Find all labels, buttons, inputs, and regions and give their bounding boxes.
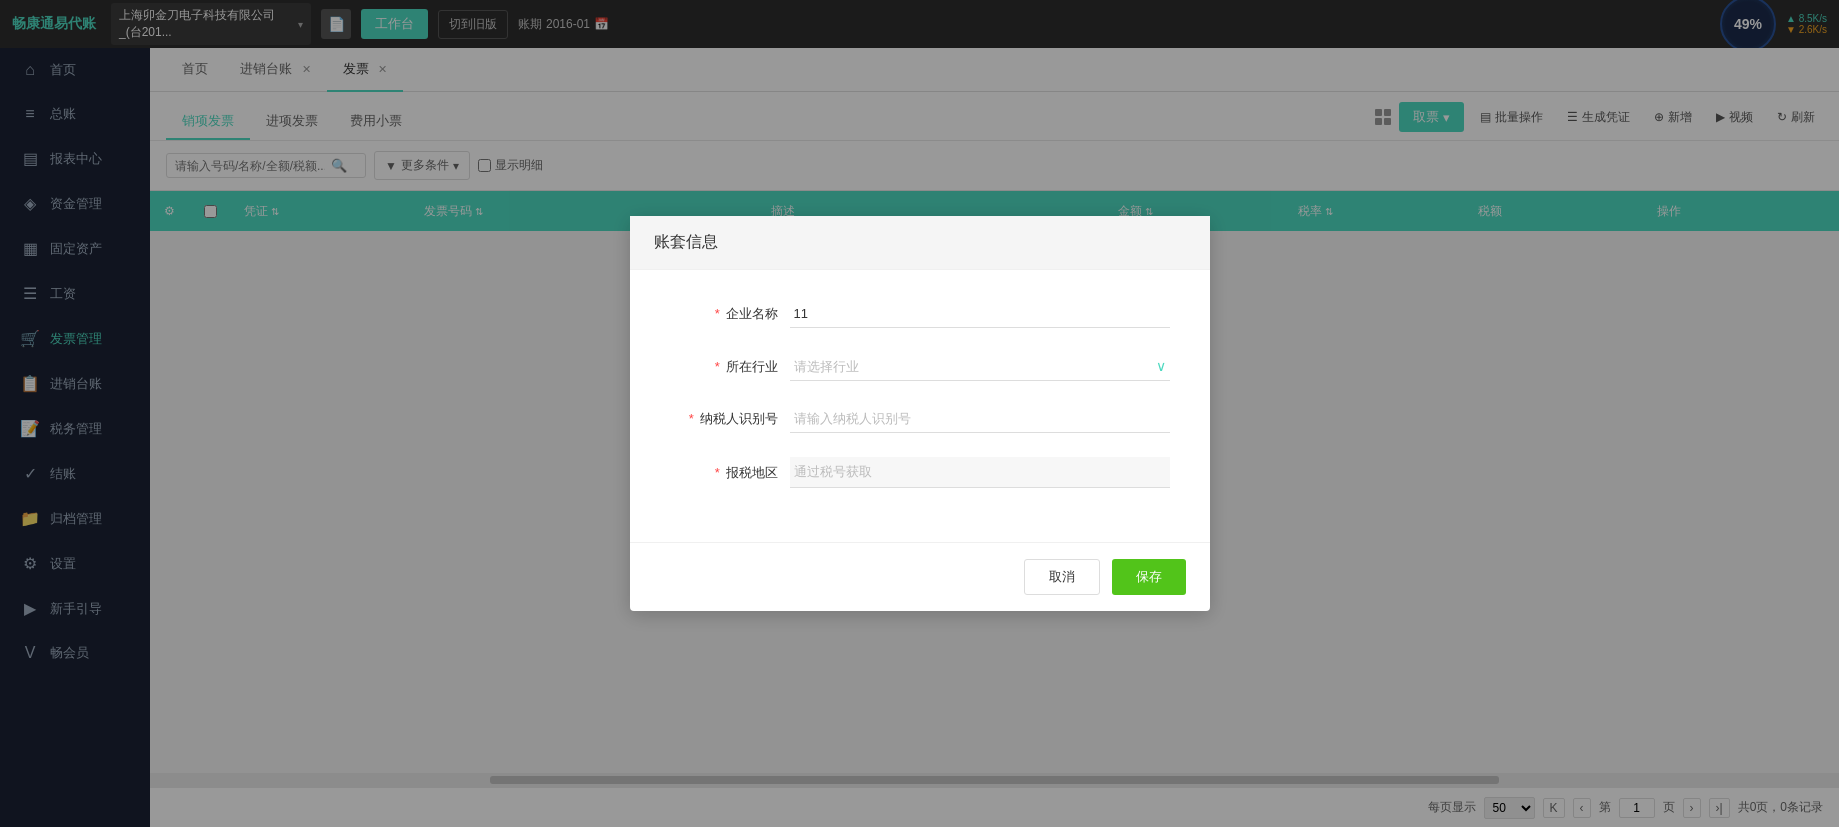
modal-overlay: 账套信息 * 企业名称 * 所在行业 请选择行业 — [0, 0, 1839, 827]
industry-select[interactable]: 请选择行业 — [794, 359, 1156, 374]
account-info-modal: 账套信息 * 企业名称 * 所在行业 请选择行业 — [630, 216, 1210, 611]
company-name-row: * 企业名称 — [670, 300, 1170, 328]
cancel-button[interactable]: 取消 — [1024, 559, 1100, 595]
tax-id-label: * 纳税人识别号 — [670, 410, 790, 428]
modal-title: 账套信息 — [630, 216, 1210, 270]
tax-region-label: * 报税地区 — [670, 464, 790, 482]
industry-label: * 所在行业 — [670, 358, 790, 376]
tax-id-input[interactable] — [790, 405, 1170, 433]
save-button[interactable]: 保存 — [1112, 559, 1186, 595]
tax-region-display: 通过税号获取 — [790, 457, 1170, 488]
industry-row: * 所在行业 请选择行业 ∨ — [670, 352, 1170, 381]
company-name-input[interactable] — [790, 300, 1170, 328]
tax-region-row: * 报税地区 通过税号获取 — [670, 457, 1170, 488]
industry-select-wrap[interactable]: 请选择行业 ∨ — [790, 352, 1170, 381]
modal-footer: 取消 保存 — [630, 542, 1210, 611]
industry-chevron-icon: ∨ — [1156, 358, 1166, 374]
modal-body: * 企业名称 * 所在行业 请选择行业 ∨ — [630, 270, 1210, 542]
company-name-label: * 企业名称 — [670, 305, 790, 323]
tax-id-row: * 纳税人识别号 — [670, 405, 1170, 433]
